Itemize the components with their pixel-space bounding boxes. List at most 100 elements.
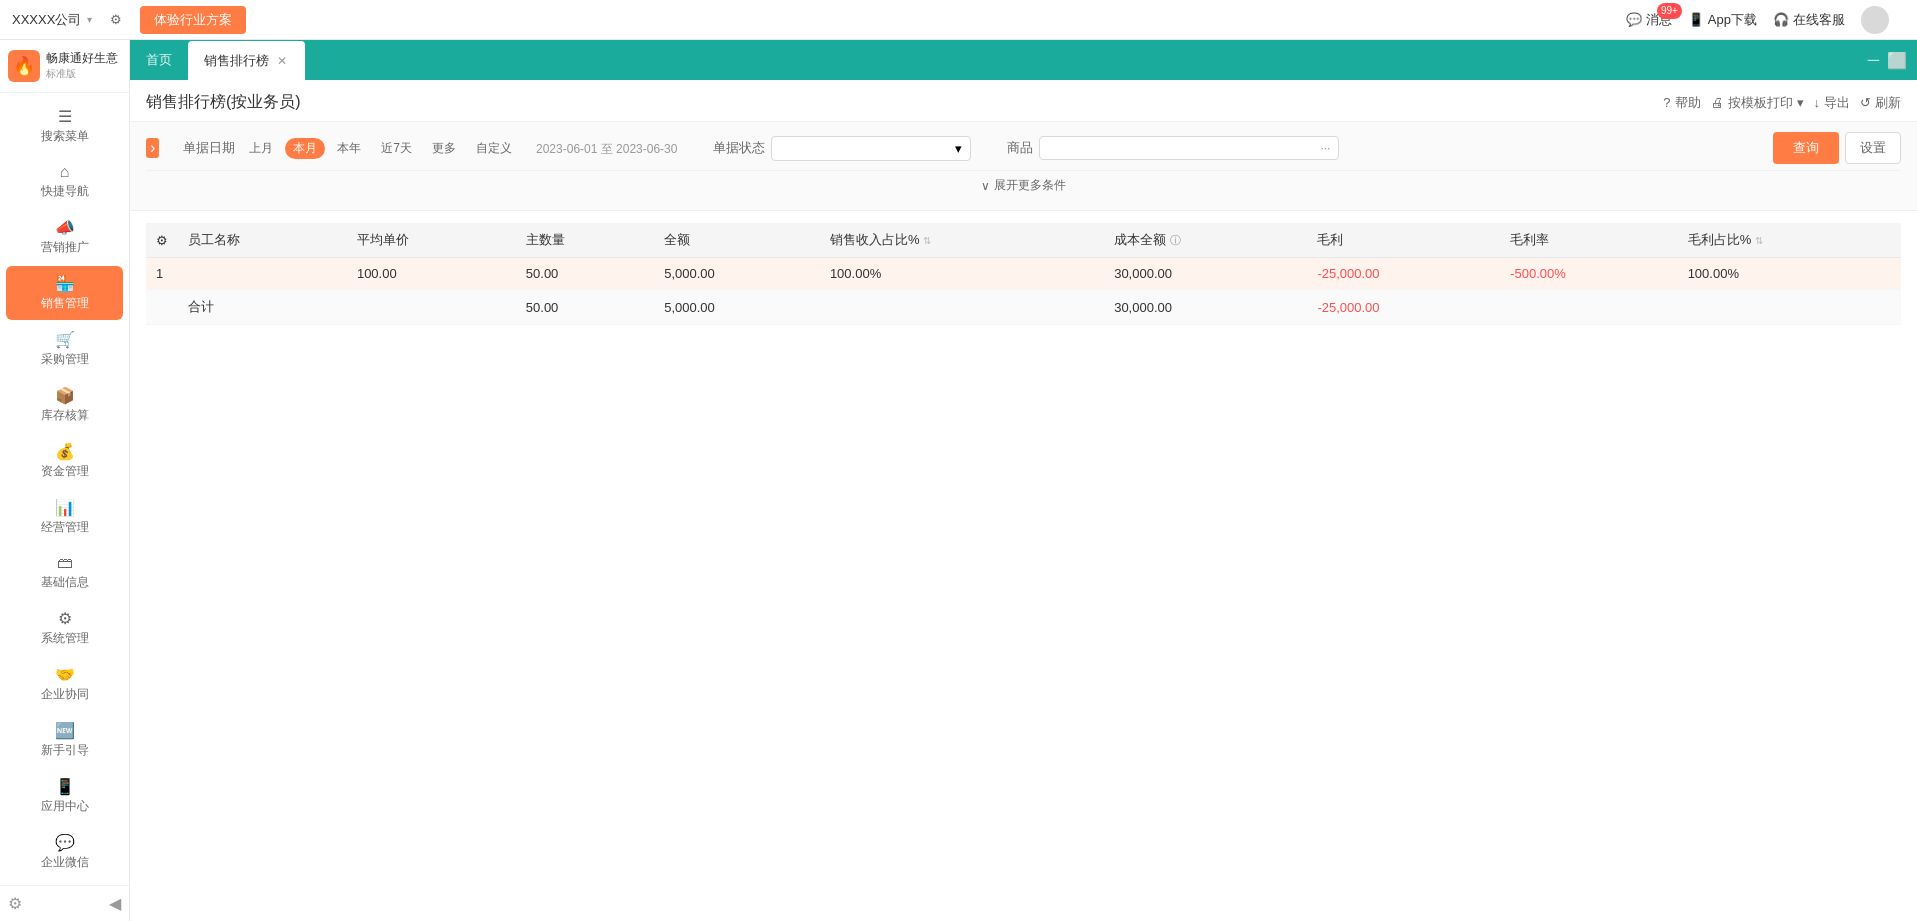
sidebar-collapse-icon[interactable]: ◀: [109, 894, 121, 913]
status-filter: 单据状态 ▾: [713, 136, 971, 161]
sidebar-label-marketing: 营销推广: [41, 239, 89, 256]
date-tab-more[interactable]: 更多: [424, 138, 464, 159]
sidebar-label-finance: 资金管理: [41, 463, 89, 480]
message-badge: 99+: [1657, 3, 1682, 19]
cost-info-icon[interactable]: ⓘ: [1170, 234, 1181, 246]
system-icon: ⚙: [58, 609, 72, 628]
th-sales-ratio: 销售收入占比% ⇅: [820, 223, 1104, 258]
sidebar-label-system: 系统管理: [41, 630, 89, 647]
table-area: ⚙ 员工名称 平均单价 主数量 全额 销售收入占比% ⇅ 成本全额 ⓘ 毛利 毛…: [130, 223, 1917, 341]
td-qty: 50.00: [516, 258, 654, 290]
finance-icon: 💰: [55, 442, 75, 461]
chevron-down-icon: ∨: [981, 179, 990, 193]
footer-empty: [146, 290, 178, 325]
export-icon: ↓: [1814, 95, 1821, 110]
footer-qty: 50.00: [516, 290, 654, 325]
sidebar-item-sales[interactable]: 🏪 销售管理: [6, 266, 123, 320]
footer-gross-rate: [1500, 290, 1677, 325]
sidebar-bottom: ⚙ ◀: [0, 885, 129, 921]
user-avatar[interactable]: [1861, 6, 1889, 34]
query-button[interactable]: 查询: [1773, 132, 1839, 164]
sidebar-item-wechat[interactable]: 💬 企业微信: [6, 825, 123, 879]
status-filter-label: 单据状态: [713, 139, 765, 157]
sidebar-item-collab[interactable]: 🤝 企业协同: [6, 657, 123, 711]
footer-amount: 5,000.00: [654, 290, 820, 325]
online-service-button[interactable]: 🎧 在线客服: [1773, 11, 1845, 29]
sort-icon[interactable]: ⇅: [923, 235, 931, 246]
page-inner: 销售排行榜(按业务员) ? 帮助 🖨 按模板打印 ▾: [130, 80, 1917, 921]
sidebar-item-guide[interactable]: 🆕 新手引导: [6, 713, 123, 767]
company-name: XXXXX公司: [12, 11, 81, 29]
data-table: ⚙ 员工名称 平均单价 主数量 全额 销售收入占比% ⇅ 成本全额 ⓘ 毛利 毛…: [146, 223, 1901, 325]
th-settings[interactable]: ⚙: [146, 223, 178, 258]
sidebar-label-basicinfo: 基础信息: [41, 574, 89, 591]
sidebar-settings-icon[interactable]: ⚙: [8, 894, 22, 913]
sidebar-item-operation[interactable]: 📊 经营管理: [6, 490, 123, 544]
goods-input[interactable]: ···: [1039, 136, 1339, 160]
sales-icon: 🏪: [55, 274, 75, 293]
sidebar-item-inventory[interactable]: 📦 库存核算: [6, 378, 123, 432]
gross-ratio-sort-icon[interactable]: ⇅: [1755, 235, 1763, 246]
date-tab-this-month[interactable]: 本月: [285, 138, 325, 159]
tab-minimize-icon[interactable]: ─: [1868, 51, 1879, 69]
trial-button[interactable]: 体验行业方案: [140, 6, 246, 34]
sidebar-item-basicinfo[interactable]: 🗃 基础信息: [6, 546, 123, 599]
app-download-button[interactable]: 📱 App下载: [1688, 11, 1757, 29]
mobile-icon: 📱: [1688, 12, 1704, 27]
date-filter-label: 单据日期: [183, 139, 235, 157]
sidebar-item-finance[interactable]: 💰 资金管理: [6, 434, 123, 488]
print-button[interactable]: 🖨 按模板打印 ▾: [1711, 94, 1804, 112]
filter-collapse-arrow[interactable]: ›: [146, 138, 159, 158]
guide-icon: 🆕: [55, 721, 75, 740]
th-gross-ratio: 毛利占比% ⇅: [1678, 223, 1901, 258]
sidebar-label-search: 搜索菜单: [41, 128, 89, 145]
print-icon: 🖨: [1711, 95, 1724, 110]
page-title: 销售排行榜(按业务员): [146, 92, 301, 113]
column-settings-button[interactable]: 设置: [1845, 132, 1901, 164]
help-button[interactable]: ? 帮助: [1663, 94, 1700, 112]
sidebar-item-search[interactable]: ☰ 搜索菜单: [6, 99, 123, 153]
sidebar-item-system[interactable]: ⚙ 系统管理: [6, 601, 123, 655]
sidebar-label-wechat: 企业微信: [41, 854, 89, 871]
footer-gross-profit: -25,000.00: [1307, 290, 1500, 325]
home-icon: ⌂: [60, 163, 70, 181]
sidebar-label-appcenter: 应用中心: [41, 798, 89, 815]
date-filter: 单据日期 上月 本月 本年 近7天 更多 自定义: [183, 138, 520, 159]
filter-row: › 单据日期 上月 本月 本年 近7天 更多 自定义: [146, 132, 1901, 164]
date-tab-7days[interactable]: 近7天: [373, 138, 420, 159]
goods-more-icon[interactable]: ···: [1320, 141, 1330, 155]
tab-close-icon[interactable]: ✕: [275, 52, 289, 70]
sidebar-item-purchase[interactable]: 🛒 采购管理: [6, 322, 123, 376]
status-select[interactable]: ▾: [771, 136, 971, 161]
expand-filter-toggle[interactable]: ∨ 展开更多条件: [146, 170, 1901, 200]
app-wrapper: XXXXX公司 ▾ ⚙ 体验行业方案 💬 消息 99+ 📱 App下载 🎧 在线…: [0, 0, 1917, 921]
th-employee: 员工名称: [178, 223, 347, 258]
tab-home[interactable]: 首页: [130, 40, 188, 80]
table-footer: 合计 50.00 5,000.00 30,000.00 -25,000.00: [146, 290, 1901, 325]
export-button[interactable]: ↓ 导出: [1814, 94, 1851, 112]
tab-sales-ranking[interactable]: 销售排行榜 ✕: [188, 41, 305, 81]
collab-icon: 🤝: [55, 665, 75, 684]
company-selector[interactable]: XXXXX公司 ▾: [12, 11, 92, 29]
purchase-icon: 🛒: [55, 330, 75, 349]
sidebar-item-quicknav[interactable]: ⌂ 快捷导航: [6, 155, 123, 208]
table-row: 1 100.00 50.00 5,000.00 100.00% 30,000.0…: [146, 258, 1901, 290]
refresh-button[interactable]: ↺ 刷新: [1860, 94, 1901, 112]
tab-maximize-icon[interactable]: ⬜: [1887, 51, 1907, 70]
sidebar-logo: 🔥 畅康通好生意 标准版: [0, 40, 129, 93]
date-tab-custom[interactable]: 自定义: [468, 138, 520, 159]
th-gross-profit: 毛利: [1307, 223, 1500, 258]
sidebar-item-marketing[interactable]: 📣 营销推广: [6, 210, 123, 264]
date-tab-last-month[interactable]: 上月: [241, 138, 281, 159]
message-button[interactable]: 💬 消息 99+: [1626, 11, 1672, 29]
sidebar-menu: ☰ 搜索菜单 ⌂ 快捷导航 📣 营销推广 🏪 销售管理 🛒 采购管理: [0, 93, 129, 885]
footer-cost: 30,000.00: [1104, 290, 1307, 325]
print-chevron-icon: ▾: [1797, 95, 1804, 110]
tab-bar: 首页 销售排行榜 ✕ ─ ⬜: [130, 40, 1917, 80]
date-tab-this-year[interactable]: 本年: [329, 138, 369, 159]
td-employee: [178, 258, 347, 290]
footer-label: 合计: [178, 290, 347, 325]
topbar-settings-icon[interactable]: ⚙: [102, 6, 130, 34]
sidebar-item-appcenter[interactable]: 📱 应用中心: [6, 769, 123, 823]
logo-text: 畅康通好生意 标准版: [46, 51, 118, 81]
